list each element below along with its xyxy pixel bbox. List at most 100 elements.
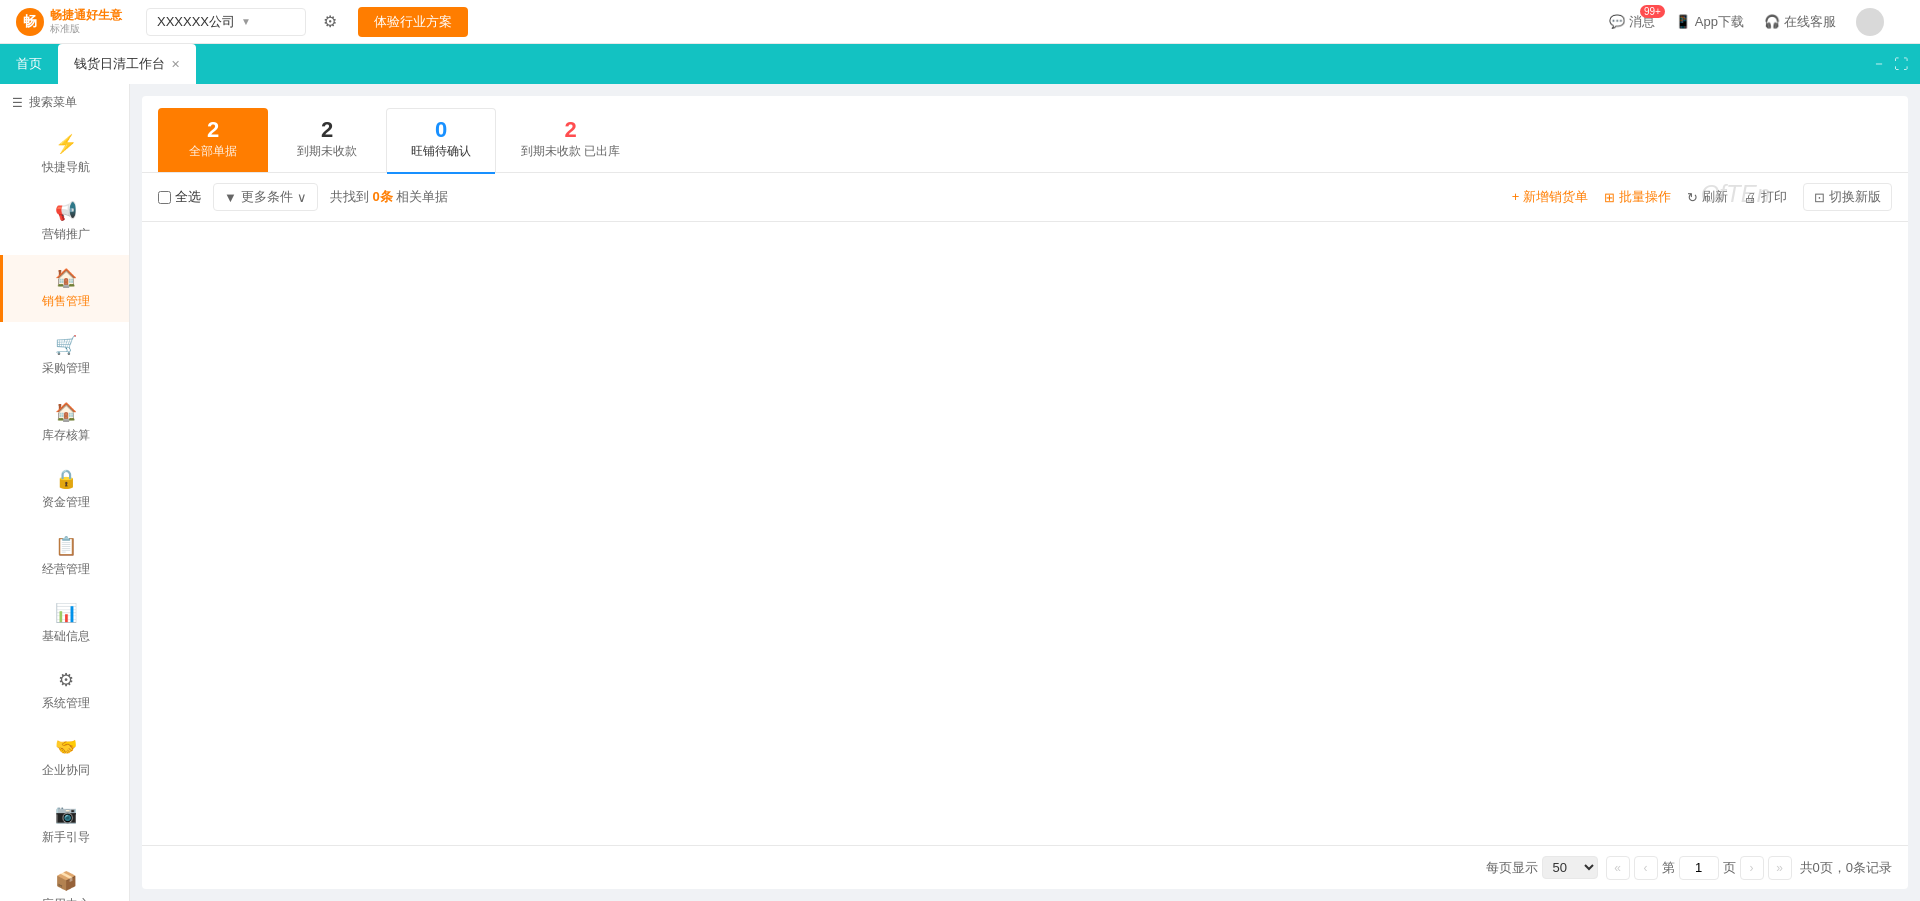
gear-icon: ⚙ — [323, 12, 337, 31]
tab-minimize-icon[interactable]: － — [1872, 55, 1886, 73]
online-service-label: 在线客服 — [1784, 13, 1836, 31]
sidebar-item-operations[interactable]: 📋 经营管理 — [0, 523, 129, 590]
filter-icon: ▼ — [224, 190, 237, 205]
basic-info-icon: 📊 — [55, 602, 77, 624]
next-page-icon: › — [1750, 861, 1754, 875]
online-service-button[interactable]: 🎧 在线客服 — [1764, 13, 1836, 31]
prev-page-button[interactable]: ‹ — [1634, 856, 1658, 880]
stat-overdue-label: 到期未收款 — [297, 143, 357, 160]
tab-home[interactable]: 首页 — [0, 44, 58, 84]
stat-tab-overdue[interactable]: 2 到期未收款 — [272, 108, 382, 172]
service-icon: 🎧 — [1764, 14, 1780, 29]
sidebar-item-sales[interactable]: 🏠 销售管理 — [0, 255, 129, 322]
page-number-input[interactable] — [1679, 856, 1719, 880]
switch-icon: ⊡ — [1814, 190, 1825, 205]
tab-workbench[interactable]: 钱货日清工作台 ✕ — [58, 44, 196, 84]
add-sales-order-button[interactable]: + 新增销货单 — [1512, 188, 1588, 206]
filter-button[interactable]: ▼ 更多条件 ∨ — [213, 183, 318, 211]
sidebar-item-marketing[interactable]: 📢 营销推广 — [0, 188, 129, 255]
inventory-icon: 🏠 — [55, 401, 77, 423]
stat-overdue-number: 2 — [321, 117, 333, 143]
header-right: 💬 消息 99+ 📱 App下载 🎧 在线客服 — [1609, 8, 1904, 36]
batch-icon: ⊞ — [1604, 190, 1615, 205]
filter-chevron-icon: ∨ — [297, 190, 307, 205]
app-download-button[interactable]: 📱 App下载 — [1675, 13, 1744, 31]
tab-bar: 首页 钱货日清工作台 ✕ － ⛶ — [0, 44, 1920, 84]
select-all-checkbox[interactable]: 全选 — [158, 188, 201, 206]
sidebar-item-system[interactable]: ⚙ 系统管理 — [0, 657, 129, 724]
stat-tab-shipped[interactable]: 2 到期未收款 已出库 — [500, 108, 641, 172]
main-layout: ☰ 搜索菜单 ⚡ 快捷导航 📢 营销推广 🏠 销售管理 🛒 采购管理 🏠 库存核… — [0, 84, 1920, 901]
tab-right-actions: － ⛶ — [1872, 55, 1920, 73]
download-icon: 📱 — [1675, 14, 1691, 29]
sidebar-item-enterprise-collab[interactable]: 🤝 企业协同 — [0, 724, 129, 791]
sidebar-item-app-center[interactable]: 📦 应用中心 — [0, 858, 129, 901]
batch-label: 批量操作 — [1619, 188, 1671, 206]
stat-all-label: 全部单据 — [189, 143, 237, 160]
sidebar-item-label: 基础信息 — [42, 628, 90, 645]
footer-pagination: 每页显示 50 20 100 « ‹ 第 页 — [142, 845, 1908, 889]
sidebar-item-quick-nav[interactable]: ⚡ 快捷导航 — [0, 121, 129, 188]
switch-new-version-button[interactable]: ⊡ 切换新版 — [1803, 183, 1892, 211]
avatar[interactable] — [1856, 8, 1884, 36]
message-badge: 99+ — [1640, 5, 1665, 18]
finance-icon: 🔒 — [55, 468, 77, 490]
app-download-label: App下载 — [1695, 13, 1744, 31]
sidebar-item-label: 应用中心 — [42, 896, 90, 901]
marketing-icon: 📢 — [55, 200, 77, 222]
last-page-icon: » — [1776, 861, 1783, 875]
stat-tab-wangpu[interactable]: 0 旺铺待确认 — [386, 108, 496, 172]
sidebar-item-label: 企业协同 — [42, 762, 90, 779]
trial-button[interactable]: 体验行业方案 — [358, 7, 468, 37]
print-button[interactable]: 🖨 打印 — [1744, 188, 1787, 206]
found-prefix: 共找到 — [330, 189, 369, 204]
first-page-button[interactable]: « — [1606, 856, 1630, 880]
message-button[interactable]: 💬 消息 99+ — [1609, 13, 1655, 31]
app-center-icon: 📦 — [55, 870, 77, 892]
sidebar-item-label: 经营管理 — [42, 561, 90, 578]
quick-nav-icon: ⚡ — [55, 133, 77, 155]
collab-icon: 🤝 — [55, 736, 77, 758]
sidebar-item-guide[interactable]: 📷 新手引导 — [0, 791, 129, 858]
batch-operations-button[interactable]: ⊞ 批量操作 — [1604, 188, 1671, 206]
filter-label: 更多条件 — [241, 188, 293, 206]
page-navigation: « ‹ 第 页 › » — [1606, 856, 1792, 880]
sidebar-item-label: 新手引导 — [42, 829, 90, 846]
stat-tab-all[interactable]: 2 全部单据 — [158, 108, 268, 172]
toolbar: 全选 ▼ 更多条件 ∨ 共找到 0条 相关单据 + 新增销货单 ⊞ 批量操 — [142, 173, 1908, 222]
stat-wangpu-label: 旺铺待确认 — [411, 143, 471, 160]
page-label: 第 — [1662, 859, 1675, 877]
sidebar-item-finance[interactable]: 🔒 资金管理 — [0, 456, 129, 523]
sidebar-item-label: 营销推广 — [42, 226, 90, 243]
top-header: 畅 畅捷通好生意 标准版 XXXXXX公司 ▼ ⚙ 体验行业方案 💬 消息 99… — [0, 0, 1920, 44]
stat-wangpu-number: 0 — [435, 117, 447, 143]
tab-expand-icon[interactable]: ⛶ — [1894, 56, 1908, 72]
logo-icon: 畅 — [16, 8, 44, 36]
search-icon: ☰ — [12, 96, 23, 110]
switch-label: 切换新版 — [1829, 188, 1881, 206]
page-size-select[interactable]: 50 20 100 — [1542, 856, 1598, 879]
stats-tabs: 2 全部单据 2 到期未收款 0 旺铺待确认 2 到期未收款 已出库 — [142, 96, 1908, 173]
select-all-input[interactable] — [158, 191, 171, 204]
app-version: 标准版 — [50, 23, 122, 35]
sidebar-item-purchase[interactable]: 🛒 采购管理 — [0, 322, 129, 389]
select-all-label: 全选 — [175, 188, 201, 206]
table-area — [142, 222, 1908, 845]
refresh-button[interactable]: ↻ 刷新 — [1687, 188, 1728, 206]
content-area: 2 全部单据 2 到期未收款 0 旺铺待确认 2 到期未收款 已出库 — [130, 84, 1920, 901]
page-size-label: 每页显示 — [1486, 859, 1538, 877]
settings-button[interactable]: ⚙ — [314, 6, 346, 38]
company-selector[interactable]: XXXXXX公司 ▼ — [146, 8, 306, 36]
sidebar-item-inventory[interactable]: 🏠 库存核算 — [0, 389, 129, 456]
last-page-button[interactable]: » — [1768, 856, 1792, 880]
total-records-label: 共0页，0条记录 — [1800, 859, 1892, 877]
next-page-button[interactable]: › — [1740, 856, 1764, 880]
refresh-icon: ↻ — [1687, 190, 1698, 205]
search-menu-button[interactable]: ☰ 搜索菜单 — [0, 84, 129, 121]
sidebar-item-basic-info[interactable]: 📊 基础信息 — [0, 590, 129, 657]
tab-close-icon[interactable]: ✕ — [171, 58, 180, 71]
operations-icon: 📋 — [55, 535, 77, 557]
sidebar-item-label: 采购管理 — [42, 360, 90, 377]
tab-workbench-label: 钱货日清工作台 — [74, 55, 165, 73]
stat-all-number: 2 — [207, 117, 219, 143]
